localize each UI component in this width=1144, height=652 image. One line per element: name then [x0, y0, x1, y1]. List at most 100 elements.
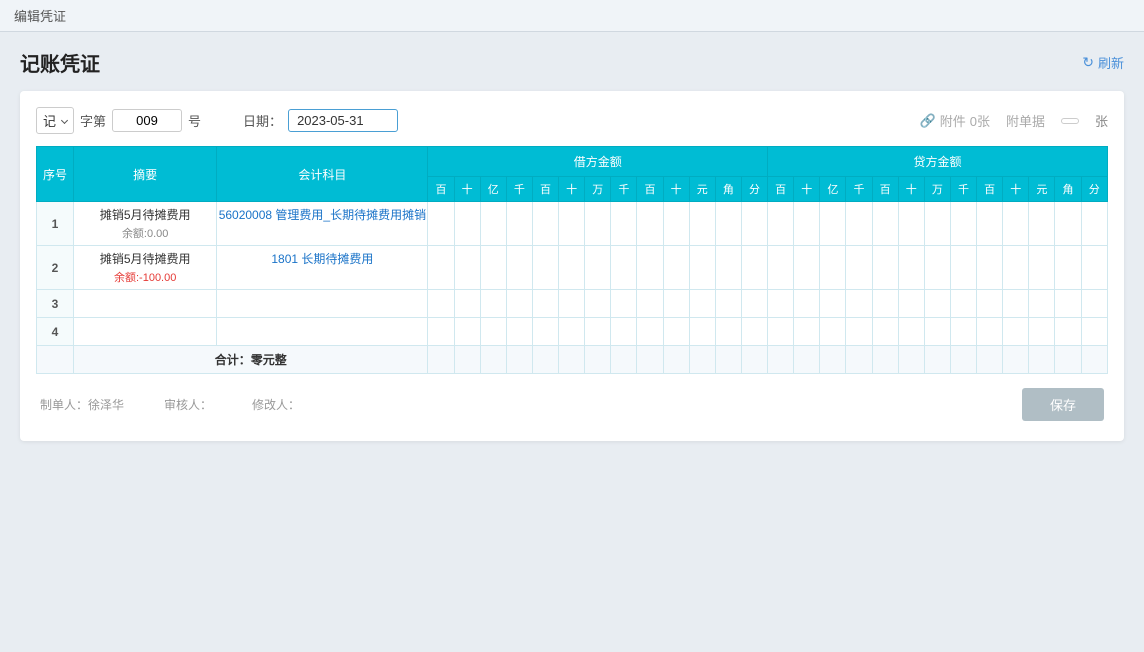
r3-c12[interactable] — [1055, 290, 1081, 318]
row4-summary[interactable] — [74, 318, 217, 346]
r2-c10[interactable] — [1003, 246, 1029, 290]
r1-d10[interactable] — [663, 202, 689, 246]
r4-c4[interactable] — [846, 318, 872, 346]
r4-c8[interactable] — [950, 318, 976, 346]
r1-c12[interactable] — [1055, 202, 1081, 246]
r1-c4[interactable] — [846, 202, 872, 246]
r1-c1[interactable] — [768, 202, 794, 246]
r3-c11[interactable] — [1029, 290, 1055, 318]
r1-c5[interactable] — [872, 202, 898, 246]
r3-c3[interactable] — [820, 290, 846, 318]
r4-d4[interactable] — [506, 318, 532, 346]
r3-d4[interactable] — [506, 290, 532, 318]
row2-account[interactable]: 1801 长期待摊费用 — [217, 246, 428, 290]
r2-d2[interactable] — [454, 246, 480, 290]
r2-c12[interactable] — [1055, 246, 1081, 290]
r3-d3[interactable] — [480, 290, 506, 318]
r4-c6[interactable] — [898, 318, 924, 346]
r4-c11[interactable] — [1029, 318, 1055, 346]
r2-c1[interactable] — [768, 246, 794, 290]
r2-c4[interactable] — [846, 246, 872, 290]
r3-c6[interactable] — [898, 290, 924, 318]
r1-c13[interactable] — [1081, 202, 1107, 246]
r1-d2[interactable] — [454, 202, 480, 246]
date-input[interactable] — [288, 109, 398, 132]
r4-d10[interactable] — [663, 318, 689, 346]
r3-c5[interactable] — [872, 290, 898, 318]
r1-c9[interactable] — [977, 202, 1003, 246]
r2-d11[interactable] — [689, 246, 715, 290]
r4-d12[interactable] — [715, 318, 741, 346]
r3-d7[interactable] — [585, 290, 611, 318]
r2-d6[interactable] — [559, 246, 585, 290]
r1-c7[interactable] — [924, 202, 950, 246]
r3-d12[interactable] — [715, 290, 741, 318]
refresh-button[interactable]: ↻ 刷新 — [1082, 53, 1124, 72]
r2-d10[interactable] — [663, 246, 689, 290]
r2-c6[interactable] — [898, 246, 924, 290]
row1-summary[interactable]: 摊销5月待摊费用 余额:0.00 — [74, 202, 217, 246]
r1-d6[interactable] — [559, 202, 585, 246]
r4-d2[interactable] — [454, 318, 480, 346]
r3-d5[interactable] — [532, 290, 558, 318]
r2-d12[interactable] — [715, 246, 741, 290]
r1-d8[interactable] — [611, 202, 637, 246]
r4-c13[interactable] — [1081, 318, 1107, 346]
r3-d1[interactable] — [428, 290, 454, 318]
r4-d7[interactable] — [585, 318, 611, 346]
r4-c1[interactable] — [768, 318, 794, 346]
r1-d9[interactable] — [637, 202, 663, 246]
r3-c10[interactable] — [1003, 290, 1029, 318]
r4-d5[interactable] — [532, 318, 558, 346]
r4-c12[interactable] — [1055, 318, 1081, 346]
type-select[interactable]: 记 — [36, 107, 74, 134]
r3-c1[interactable] — [768, 290, 794, 318]
r3-d13[interactable] — [741, 290, 767, 318]
r1-c6[interactable] — [898, 202, 924, 246]
r1-d13[interactable] — [741, 202, 767, 246]
r2-c11[interactable] — [1029, 246, 1055, 290]
r3-d6[interactable] — [559, 290, 585, 318]
r2-d3[interactable] — [480, 246, 506, 290]
r2-c3[interactable] — [820, 246, 846, 290]
row2-summary[interactable]: 摊销5月待摊费用 余额:-100.00 — [74, 246, 217, 290]
r1-d11[interactable] — [689, 202, 715, 246]
r4-c5[interactable] — [872, 318, 898, 346]
row3-summary[interactable] — [74, 290, 217, 318]
r3-d9[interactable] — [637, 290, 663, 318]
r1-d12[interactable] — [715, 202, 741, 246]
r3-c7[interactable] — [924, 290, 950, 318]
r2-d1[interactable] — [428, 246, 454, 290]
r3-c8[interactable] — [950, 290, 976, 318]
r3-c4[interactable] — [846, 290, 872, 318]
r4-d9[interactable] — [637, 318, 663, 346]
r1-c2[interactable] — [794, 202, 820, 246]
r2-c5[interactable] — [872, 246, 898, 290]
r3-d8[interactable] — [611, 290, 637, 318]
r2-c9[interactable] — [977, 246, 1003, 290]
r4-d6[interactable] — [559, 318, 585, 346]
r2-d9[interactable] — [637, 246, 663, 290]
r2-c7[interactable] — [924, 246, 950, 290]
r4-d11[interactable] — [689, 318, 715, 346]
row1-account[interactable]: 56020008 管理费用_长期待摊费用摊销 — [217, 202, 428, 246]
r3-c13[interactable] — [1081, 290, 1107, 318]
r4-c10[interactable] — [1003, 318, 1029, 346]
r1-c8[interactable] — [950, 202, 976, 246]
r1-d5[interactable] — [532, 202, 558, 246]
r4-c3[interactable] — [820, 318, 846, 346]
r1-c10[interactable] — [1003, 202, 1029, 246]
r3-d2[interactable] — [454, 290, 480, 318]
r3-d10[interactable] — [663, 290, 689, 318]
r4-c2[interactable] — [794, 318, 820, 346]
r3-c9[interactable] — [977, 290, 1003, 318]
r2-d4[interactable] — [506, 246, 532, 290]
r4-d8[interactable] — [611, 318, 637, 346]
r1-c11[interactable] — [1029, 202, 1055, 246]
r2-c13[interactable] — [1081, 246, 1107, 290]
r1-d3[interactable] — [480, 202, 506, 246]
r2-c2[interactable] — [794, 246, 820, 290]
r4-c9[interactable] — [977, 318, 1003, 346]
save-button[interactable]: 保存 — [1022, 388, 1104, 421]
r4-d13[interactable] — [741, 318, 767, 346]
